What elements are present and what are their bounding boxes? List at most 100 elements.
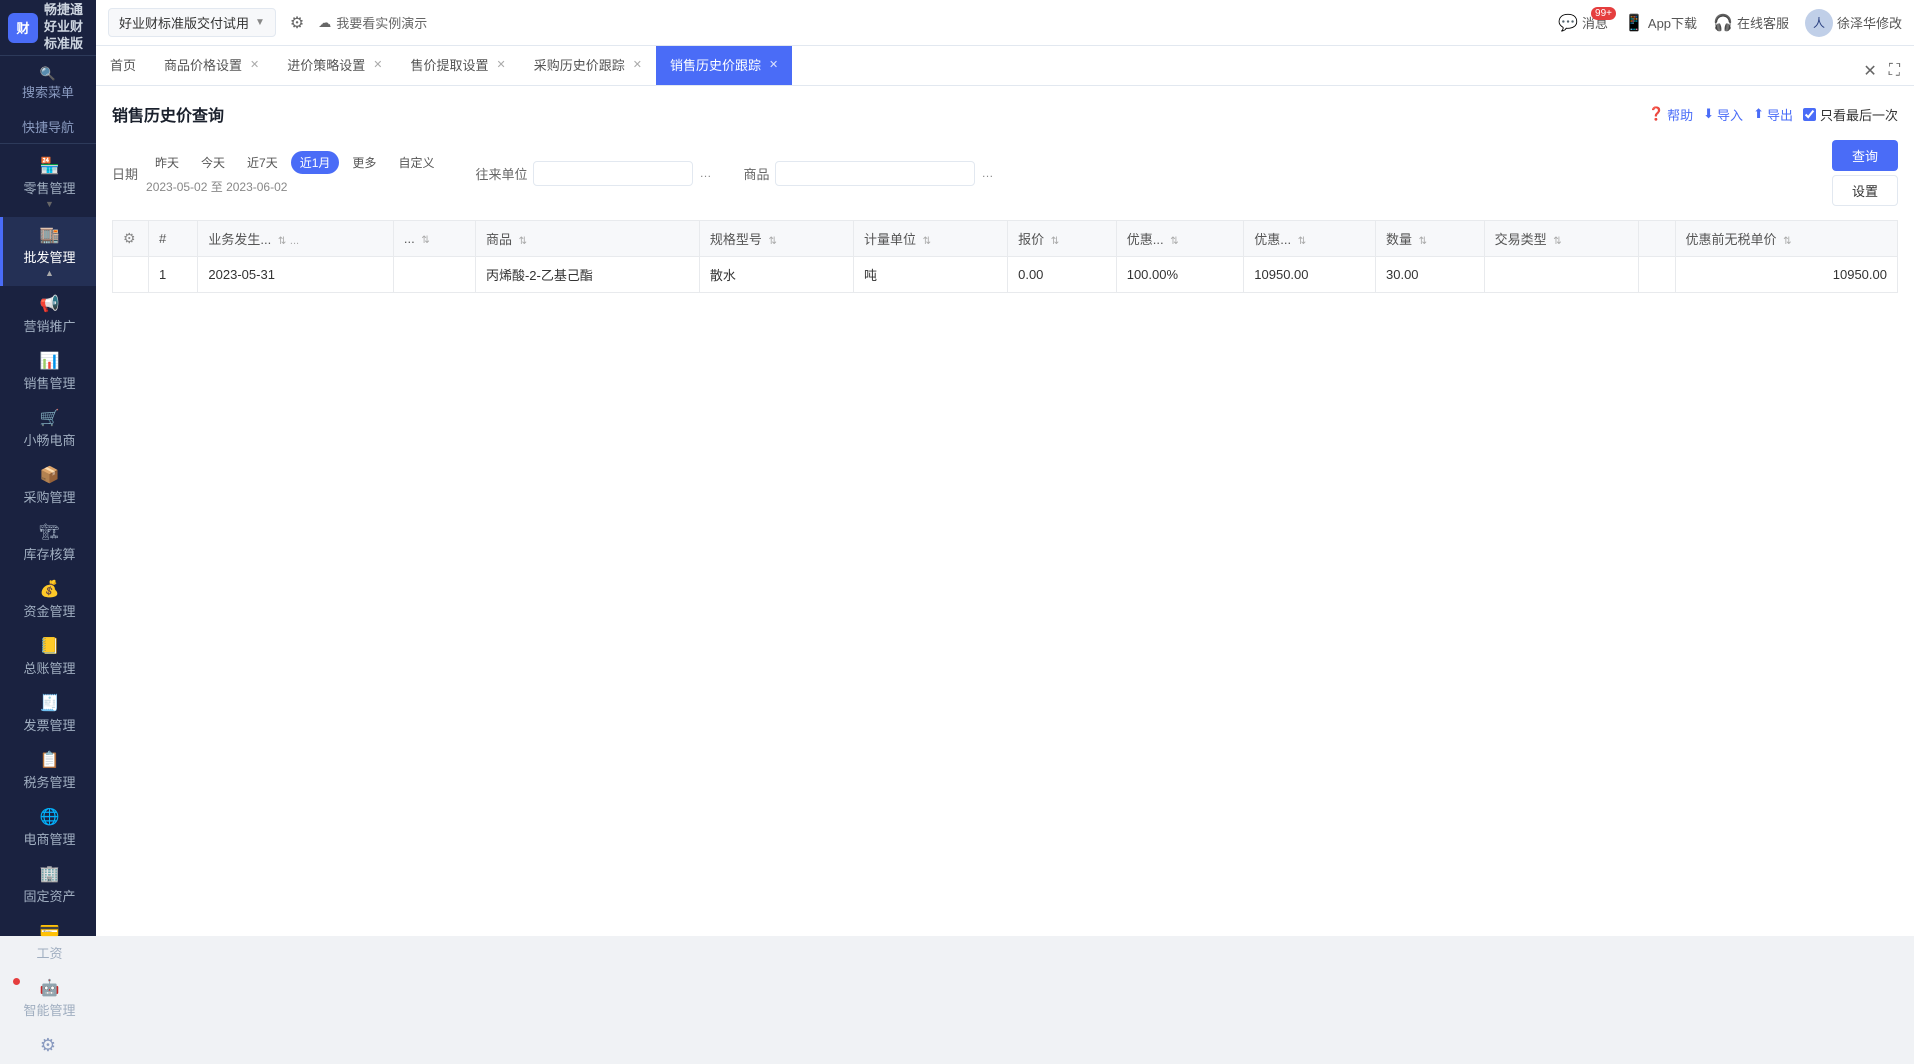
col-biz-date-more[interactable]: ... (290, 235, 299, 247)
page-header-actions: ❓ 帮助 ⬇ 导入 ⬆ 导出 只看最后一次 (1648, 105, 1898, 124)
product-more-icon[interactable]: … (981, 166, 993, 180)
sidebar-item-sales[interactable]: 📊 销售管理 (0, 343, 96, 400)
demo-link[interactable]: ☁ 我要看实例演示 (318, 13, 427, 32)
sort-icon-discount-pct: ⇅ (1170, 236, 1178, 247)
tab-expand-btn[interactable]: ⛶ (1883, 58, 1906, 84)
app-download-button[interactable]: 📱 App下载 (1624, 13, 1697, 33)
tab-purchase-strategy[interactable]: 进价策略设置 ✕ (273, 46, 396, 85)
tab-controls: ✕ ⛶ (1849, 57, 1914, 85)
data-table: ⚙ # 业务发生... ⇅ ... ... ⇅ 商品 ⇅ (112, 220, 1898, 293)
col-more-label: ... (404, 231, 415, 246)
tax-icon: 📋 (40, 750, 60, 770)
date-btn-7days[interactable]: 近7天 (238, 151, 287, 174)
message-icon: 💬 (1558, 13, 1578, 33)
export-link[interactable]: ⬆ 导出 (1753, 105, 1793, 124)
col-pretax-unit-price[interactable]: 优惠前无税单价 ⇅ (1675, 221, 1898, 257)
table-header-row: ⚙ # 业务发生... ⇅ ... ... ⇅ 商品 ⇅ (113, 221, 1898, 257)
sidebar-item-ecommerce-small[interactable]: 🛒 小畅电商 (0, 400, 96, 457)
col-unit-label: 计量单位 (864, 232, 916, 247)
col-index: # (149, 221, 198, 257)
cell-discount-pct: 100.00% (1116, 257, 1244, 293)
sidebar-item-fixed-assets[interactable]: 🏢 固定资产 (0, 856, 96, 913)
sidebar-item-retail[interactable]: 🏪 零售管理 ▼ (0, 148, 96, 217)
sidebar-item-wholesale[interactable]: 🏬 批发管理 ▲ (0, 217, 96, 286)
col-trade-type-label: 交易类型 (1495, 232, 1547, 247)
only-last-checkbox-input[interactable] (1803, 108, 1816, 121)
tab-home[interactable]: 首页 (96, 46, 150, 85)
sidebar-settings-button[interactable]: ⚙ (0, 1027, 96, 1064)
product-input[interactable] (775, 161, 975, 186)
page-header: 销售历史价查询 ❓ 帮助 ⬇ 导入 ⬆ 导出 只看最后一次 (112, 102, 1898, 126)
sort-icon-more: ⇅ (421, 235, 429, 246)
col-trade-type[interactable]: 交易类型 ⇅ (1484, 221, 1638, 257)
help-link[interactable]: ❓ 帮助 (1648, 105, 1693, 124)
sidebar-item-label: 税务管理 (23, 772, 75, 791)
sidebar-item-ecommerce[interactable]: 🌐 电商管理 (0, 799, 96, 856)
online-service-button[interactable]: 🎧 在线客服 (1713, 13, 1789, 33)
cell-more (393, 257, 475, 293)
version-selector[interactable]: 好业财标准版交付试用 ▼ (108, 8, 276, 37)
tab-product-price-close[interactable]: ✕ (250, 58, 259, 71)
messages-button[interactable]: 💬 消息 99+ (1558, 13, 1608, 33)
sidebar-item-label: 发票管理 (23, 715, 75, 734)
import-label: 导入 (1717, 105, 1743, 124)
date-btn-yesterday[interactable]: 昨天 (146, 151, 188, 174)
table-row[interactable]: 1 2023-05-31 丙烯酸-2-乙基己酯 散水 吨 0.00 100.00… (113, 257, 1898, 293)
source-unit-input[interactable] (533, 161, 693, 186)
tab-sale-history[interactable]: 销售历史价跟踪 ✕ (656, 46, 792, 85)
source-unit-more-icon[interactable]: … (699, 166, 711, 180)
sidebar-item-inventory[interactable]: 🏗 库存核算 (0, 514, 96, 571)
date-btn-custom[interactable]: 自定义 (389, 151, 443, 174)
tab-close-btn[interactable]: ✕ (1857, 57, 1882, 85)
col-unit[interactable]: 计量单位 ⇅ (853, 221, 1007, 257)
sidebar-item-tax[interactable]: 📋 税务管理 (0, 742, 96, 799)
tab-product-price[interactable]: 商品价格设置 ✕ (150, 46, 273, 85)
date-btn-1month[interactable]: 近1月 (291, 151, 340, 174)
table-body: 1 2023-05-31 丙烯酸-2-乙基己酯 散水 吨 0.00 100.00… (113, 257, 1898, 293)
invoice-icon: 🧾 (40, 693, 60, 713)
import-link[interactable]: ⬇ 导入 (1703, 105, 1743, 124)
sort-icon-unit: ⇅ (923, 236, 931, 247)
col-discount-pct[interactable]: 优惠... ⇅ (1116, 221, 1244, 257)
col-discount-amt[interactable]: 优惠... ⇅ (1244, 221, 1376, 257)
col-more[interactable]: ... ⇅ (393, 221, 475, 257)
cell-settings (113, 257, 149, 293)
tab-purchase-strategy-close[interactable]: ✕ (373, 58, 382, 71)
smart-icon: 🤖 (40, 978, 60, 998)
sidebar-item-label: 工资 (36, 943, 62, 962)
sidebar-item-purchase[interactable]: 📦 采购管理 (0, 457, 96, 514)
sidebar-item-payroll[interactable]: 💳 工资 (0, 913, 96, 970)
sidebar-quick-nav[interactable]: 快捷导航 (0, 111, 96, 139)
tab-sale-history-label: 销售历史价跟踪 (670, 55, 761, 74)
tab-purchase-history[interactable]: 采购历史价跟踪 ✕ (520, 46, 656, 85)
sidebar-item-label: 固定资产 (23, 886, 75, 905)
sidebar-item-smart[interactable]: 🤖 智能管理 (0, 970, 96, 1027)
col-price[interactable]: 报价 ⇅ (1008, 221, 1117, 257)
topbar-settings-icon[interactable]: ⚙ (286, 9, 308, 37)
col-settings[interactable]: ⚙ (113, 221, 149, 257)
date-range-text: 2023-05-02 至 2023-06-02 (146, 178, 443, 195)
sidebar-item-finance[interactable]: 💰 资金管理 (0, 571, 96, 628)
col-biz-date[interactable]: 业务发生... ⇅ ... (198, 221, 393, 257)
settings-button[interactable]: 设置 (1832, 175, 1898, 206)
tab-sale-price-extract-close[interactable]: ✕ (497, 58, 506, 71)
sidebar-item-invoice[interactable]: 🧾 发票管理 (0, 685, 96, 742)
tab-purchase-history-close[interactable]: ✕ (633, 58, 642, 71)
tab-sale-price-extract[interactable]: 售价提取设置 ✕ (396, 46, 519, 85)
date-btn-today[interactable]: 今天 (192, 151, 234, 174)
sidebar-item-marketing[interactable]: 📢 营销推广 (0, 286, 96, 343)
col-spec[interactable]: 规格型号 ⇅ (699, 221, 853, 257)
col-product[interactable]: 商品 ⇅ (475, 221, 699, 257)
query-button[interactable]: 查询 (1832, 140, 1898, 171)
settings-gear-icon[interactable]: ⚙ (123, 230, 136, 246)
col-quantity[interactable]: 数量 ⇅ (1376, 221, 1485, 257)
sort-icon-spec: ⇅ (769, 236, 777, 247)
cell-discount-amt: 10950.00 (1244, 257, 1376, 293)
only-last-checkbox[interactable]: 只看最后一次 (1803, 105, 1898, 124)
import-icon: ⬇ (1703, 106, 1714, 122)
user-profile-button[interactable]: 人 徐泽华修改 (1805, 9, 1902, 37)
tab-sale-history-close[interactable]: ✕ (769, 58, 778, 71)
sidebar-search[interactable]: 🔍 搜索菜单 (0, 56, 96, 111)
sidebar-item-ledger[interactable]: 📒 总账管理 (0, 628, 96, 685)
date-btn-more[interactable]: 更多 (343, 151, 385, 174)
